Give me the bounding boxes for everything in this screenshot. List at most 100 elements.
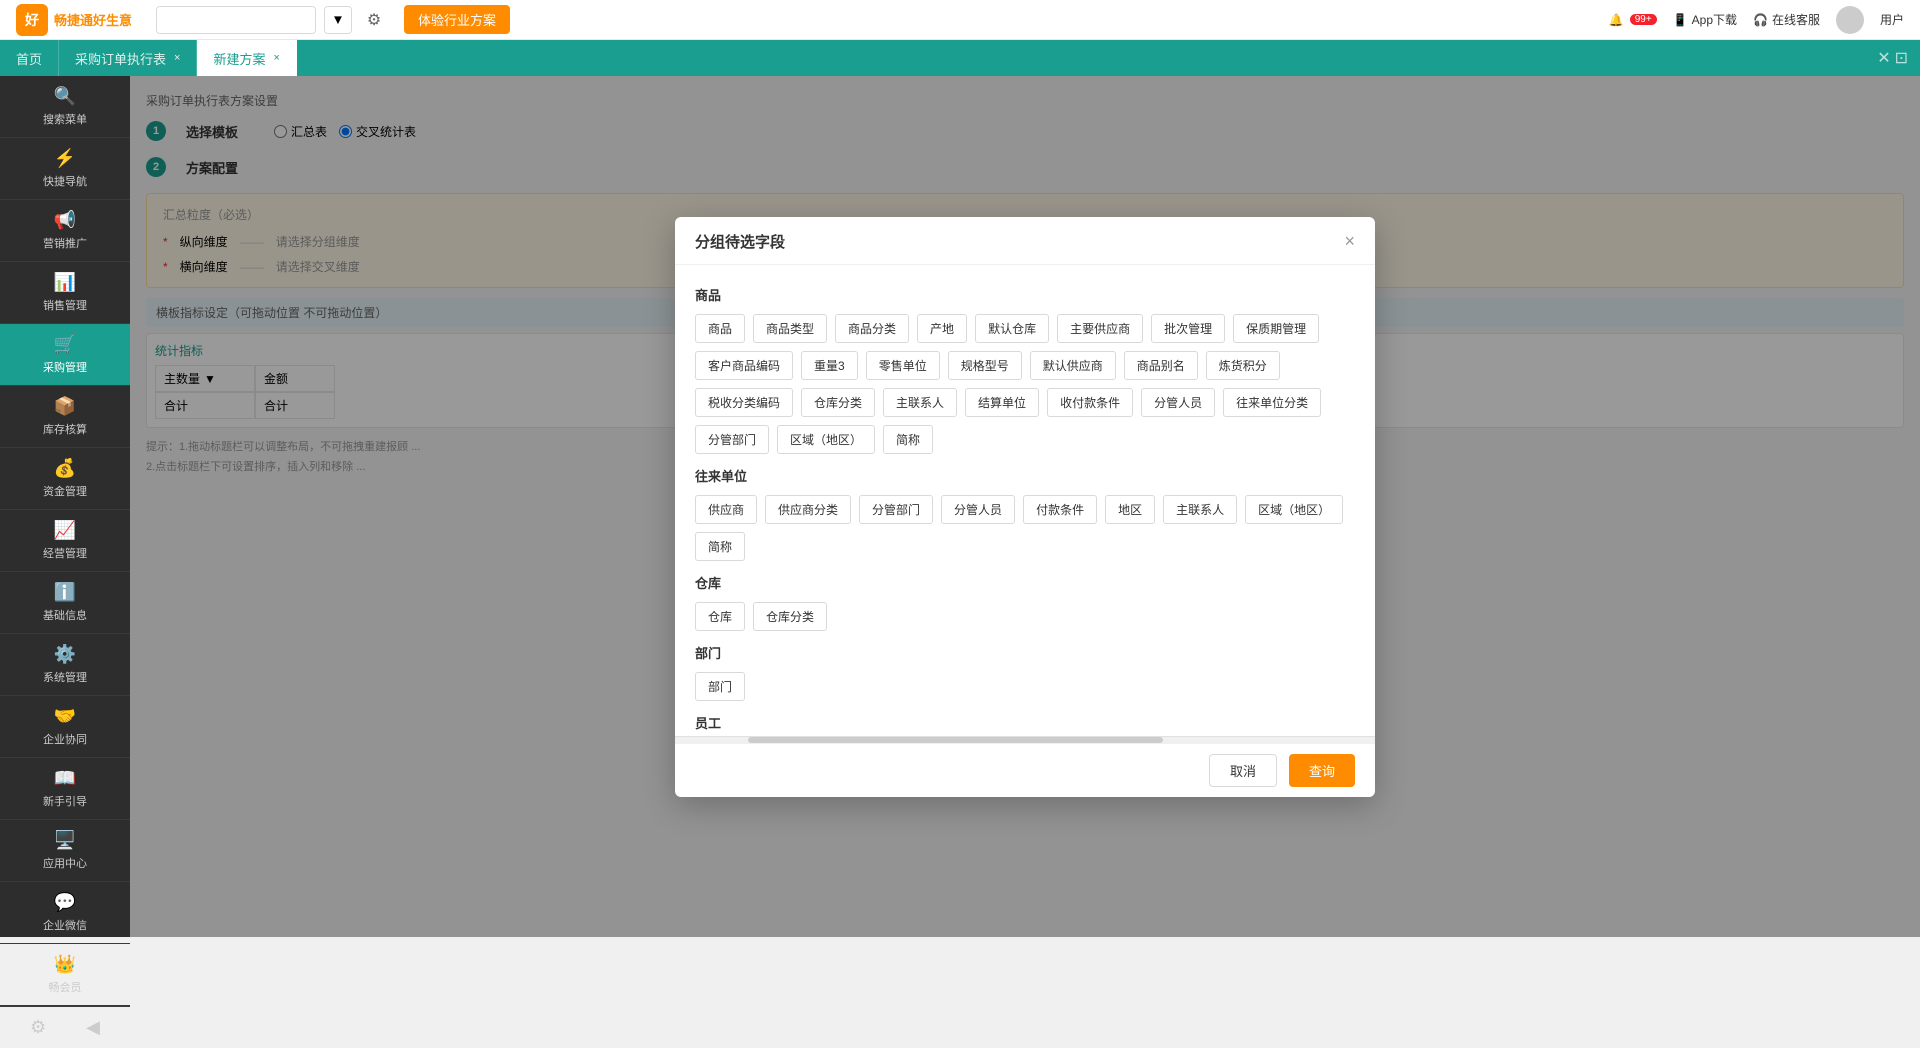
field-main-supplier[interactable]: 主要供应商 bbox=[1057, 314, 1143, 343]
sidebar-item-enterprise[interactable]: 🤝 企业协同 bbox=[0, 696, 130, 758]
sidebar-item-quicknav-label: 快捷导航 bbox=[43, 173, 87, 189]
sidebar-item-member[interactable]: 👑 畅会员 bbox=[0, 944, 130, 1006]
online-service-btn[interactable]: 🎧 在线客服 bbox=[1753, 11, 1820, 28]
field-dept-supervisor[interactable]: 分管部门 bbox=[695, 425, 769, 454]
enterprise-icon: 🤝 bbox=[54, 706, 76, 727]
tab-home-label: 首页 bbox=[16, 49, 42, 68]
field-origin[interactable]: 产地 bbox=[917, 314, 967, 343]
section-partner-fields: 供应商 供应商分类 分管部门 分管人员 付款条件 地区 主联系人 区域（地区） … bbox=[695, 495, 1355, 561]
field-warehouse-cat[interactable]: 仓库分类 bbox=[753, 602, 827, 631]
field-area[interactable]: 地区 bbox=[1105, 495, 1155, 524]
sidebar-item-guide[interactable]: 📖 新手引导 bbox=[0, 758, 130, 820]
tab-home[interactable]: 首页 bbox=[0, 40, 59, 76]
search-icon: 🔍 bbox=[54, 86, 76, 107]
sidebar-item-appstore[interactable]: 🖥️ 应用中心 bbox=[0, 820, 130, 882]
field-region[interactable]: 区域（地区） bbox=[777, 425, 875, 454]
field-main-contact[interactable]: 主联系人 bbox=[883, 388, 957, 417]
cancel-btn[interactable]: 取消 bbox=[1209, 754, 1277, 787]
sidebar-collapse-btn[interactable]: ◀ bbox=[86, 1017, 100, 1038]
member-icon: 👑 bbox=[54, 954, 76, 975]
notifications-btn[interactable]: 🔔 99+ bbox=[1609, 13, 1657, 27]
purchase-icon: 🛒 bbox=[54, 334, 76, 355]
logo-icon: 好 bbox=[16, 4, 48, 36]
sidebar-item-system-label: 系统管理 bbox=[43, 669, 87, 685]
sidebar-item-marketing[interactable]: 📢 营销推广 bbox=[0, 200, 130, 262]
sidebar-item-base-label: 基础信息 bbox=[43, 607, 87, 623]
tab-purchase-exec-close[interactable]: × bbox=[174, 52, 180, 64]
field-main-contact2[interactable]: 主联系人 bbox=[1163, 495, 1237, 524]
guide-icon: 📖 bbox=[54, 768, 76, 789]
sidebar-item-marketing-label: 营销推广 bbox=[43, 235, 87, 251]
field-select-modal: 分组待选字段 × 商品 商品 商品类型 商品分类 产地 默认仓库 主要供应商 批… bbox=[675, 217, 1375, 797]
sidebar-item-inventory[interactable]: 📦 库存核算 bbox=[0, 386, 130, 448]
field-pay-term[interactable]: 付款条件 bbox=[1023, 495, 1097, 524]
sidebar-item-operation[interactable]: 📈 经营管理 bbox=[0, 510, 130, 572]
sidebar-item-sales-label: 销售管理 bbox=[43, 297, 87, 313]
sidebar-item-base[interactable]: ℹ️ 基础信息 bbox=[0, 572, 130, 634]
app-download-btn[interactable]: 📱 App下载 bbox=[1673, 11, 1737, 28]
close-tab-btn[interactable]: ✕ bbox=[1877, 48, 1890, 68]
field-abbr[interactable]: 简称 bbox=[883, 425, 933, 454]
sidebar-item-wechat[interactable]: 💬 企业微信 bbox=[0, 882, 130, 944]
section-dept-fields: 部门 bbox=[695, 672, 1355, 701]
system-icon: ⚙️ bbox=[54, 644, 76, 665]
base-icon: ℹ️ bbox=[54, 582, 76, 603]
field-product[interactable]: 商品 bbox=[695, 314, 745, 343]
avatar[interactable] bbox=[1836, 6, 1864, 34]
sidebar-settings-btn[interactable]: ⚙ bbox=[30, 1017, 46, 1038]
tab-purchase-exec-label: 采购订单执行表 bbox=[75, 49, 166, 68]
sidebar-item-sales[interactable]: 📊 销售管理 bbox=[0, 262, 130, 324]
field-warehouse[interactable]: 仓库 bbox=[695, 602, 745, 631]
exp-btn[interactable]: 体验行业方案 bbox=[404, 5, 510, 34]
section-product-title: 商品 bbox=[695, 285, 1355, 304]
field-tax-code[interactable]: 税收分类编码 bbox=[695, 388, 793, 417]
field-batch-mgmt[interactable]: 批次管理 bbox=[1151, 314, 1225, 343]
field-partner-dept[interactable]: 分管部门 bbox=[859, 495, 933, 524]
field-default-warehouse[interactable]: 默认仓库 bbox=[975, 314, 1049, 343]
field-region2[interactable]: 区域（地区） bbox=[1245, 495, 1343, 524]
sidebar-item-wechat-label: 企业微信 bbox=[43, 917, 87, 933]
field-settlement-unit[interactable]: 结算单位 bbox=[965, 388, 1039, 417]
field-customer-code[interactable]: 客户商品编码 bbox=[695, 351, 793, 380]
tab-purchase-exec[interactable]: 采购订单执行表 × bbox=[59, 40, 197, 76]
maximize-btn[interactable]: ⊡ bbox=[1895, 48, 1908, 68]
field-refine-points[interactable]: 炼货积分 bbox=[1206, 351, 1280, 380]
field-expiry-mgmt[interactable]: 保质期管理 bbox=[1233, 314, 1319, 343]
field-supervisor[interactable]: 分管人员 bbox=[1141, 388, 1215, 417]
sidebar-item-finance[interactable]: 💰 资金管理 bbox=[0, 448, 130, 510]
field-default-supplier[interactable]: 默认供应商 bbox=[1030, 351, 1116, 380]
field-supplier-category[interactable]: 供应商分类 bbox=[765, 495, 851, 524]
field-payment-terms[interactable]: 收付款条件 bbox=[1047, 388, 1133, 417]
topbar-search-area: ▼ ⚙ 体验行业方案 bbox=[156, 5, 510, 34]
tab-new-plan[interactable]: 新建方案 × bbox=[197, 40, 296, 76]
sidebar-item-search[interactable]: 🔍 搜索菜单 bbox=[0, 76, 130, 138]
field-spec-model[interactable]: 规格型号 bbox=[948, 351, 1022, 380]
section-employee-title: 员工 bbox=[695, 713, 1355, 732]
field-dept[interactable]: 部门 bbox=[695, 672, 745, 701]
field-abbr2[interactable]: 简称 bbox=[695, 532, 745, 561]
modal-hscrollbar[interactable] bbox=[675, 736, 1375, 743]
search-dropdown-btn[interactable]: ▼ bbox=[324, 6, 352, 34]
field-supplier[interactable]: 供应商 bbox=[695, 495, 757, 524]
field-warehouse-category[interactable]: 仓库分类 bbox=[801, 388, 875, 417]
field-weight3[interactable]: 重量3 bbox=[801, 351, 858, 380]
modal-close-btn[interactable]: × bbox=[1344, 231, 1355, 252]
field-partner-category[interactable]: 往来单位分类 bbox=[1223, 388, 1321, 417]
bell-icon: 🔔 bbox=[1609, 13, 1624, 27]
section-product-fields: 商品 商品类型 商品分类 产地 默认仓库 主要供应商 批次管理 保质期管理 客户… bbox=[695, 314, 1355, 454]
search-input[interactable] bbox=[156, 6, 316, 34]
user-name: 用户 bbox=[1880, 11, 1904, 28]
sidebar-item-quicknav[interactable]: ⚡ 快捷导航 bbox=[0, 138, 130, 200]
field-product-category[interactable]: 商品分类 bbox=[835, 314, 909, 343]
sidebar-item-system[interactable]: ⚙️ 系统管理 bbox=[0, 634, 130, 696]
field-product-alias[interactable]: 商品别名 bbox=[1124, 351, 1198, 380]
sidebar-item-purchase[interactable]: 🛒 采购管理 bbox=[0, 324, 130, 386]
tab-new-plan-close[interactable]: × bbox=[273, 52, 279, 64]
logo-text: 畅捷通好生意 bbox=[54, 10, 132, 29]
field-retail-unit[interactable]: 零售单位 bbox=[866, 351, 940, 380]
settings-icon[interactable]: ⚙ bbox=[360, 6, 388, 34]
field-product-type[interactable]: 商品类型 bbox=[753, 314, 827, 343]
confirm-btn[interactable]: 查询 bbox=[1289, 754, 1355, 787]
field-partner-person[interactable]: 分管人员 bbox=[941, 495, 1015, 524]
modal-title: 分组待选字段 bbox=[695, 231, 785, 252]
